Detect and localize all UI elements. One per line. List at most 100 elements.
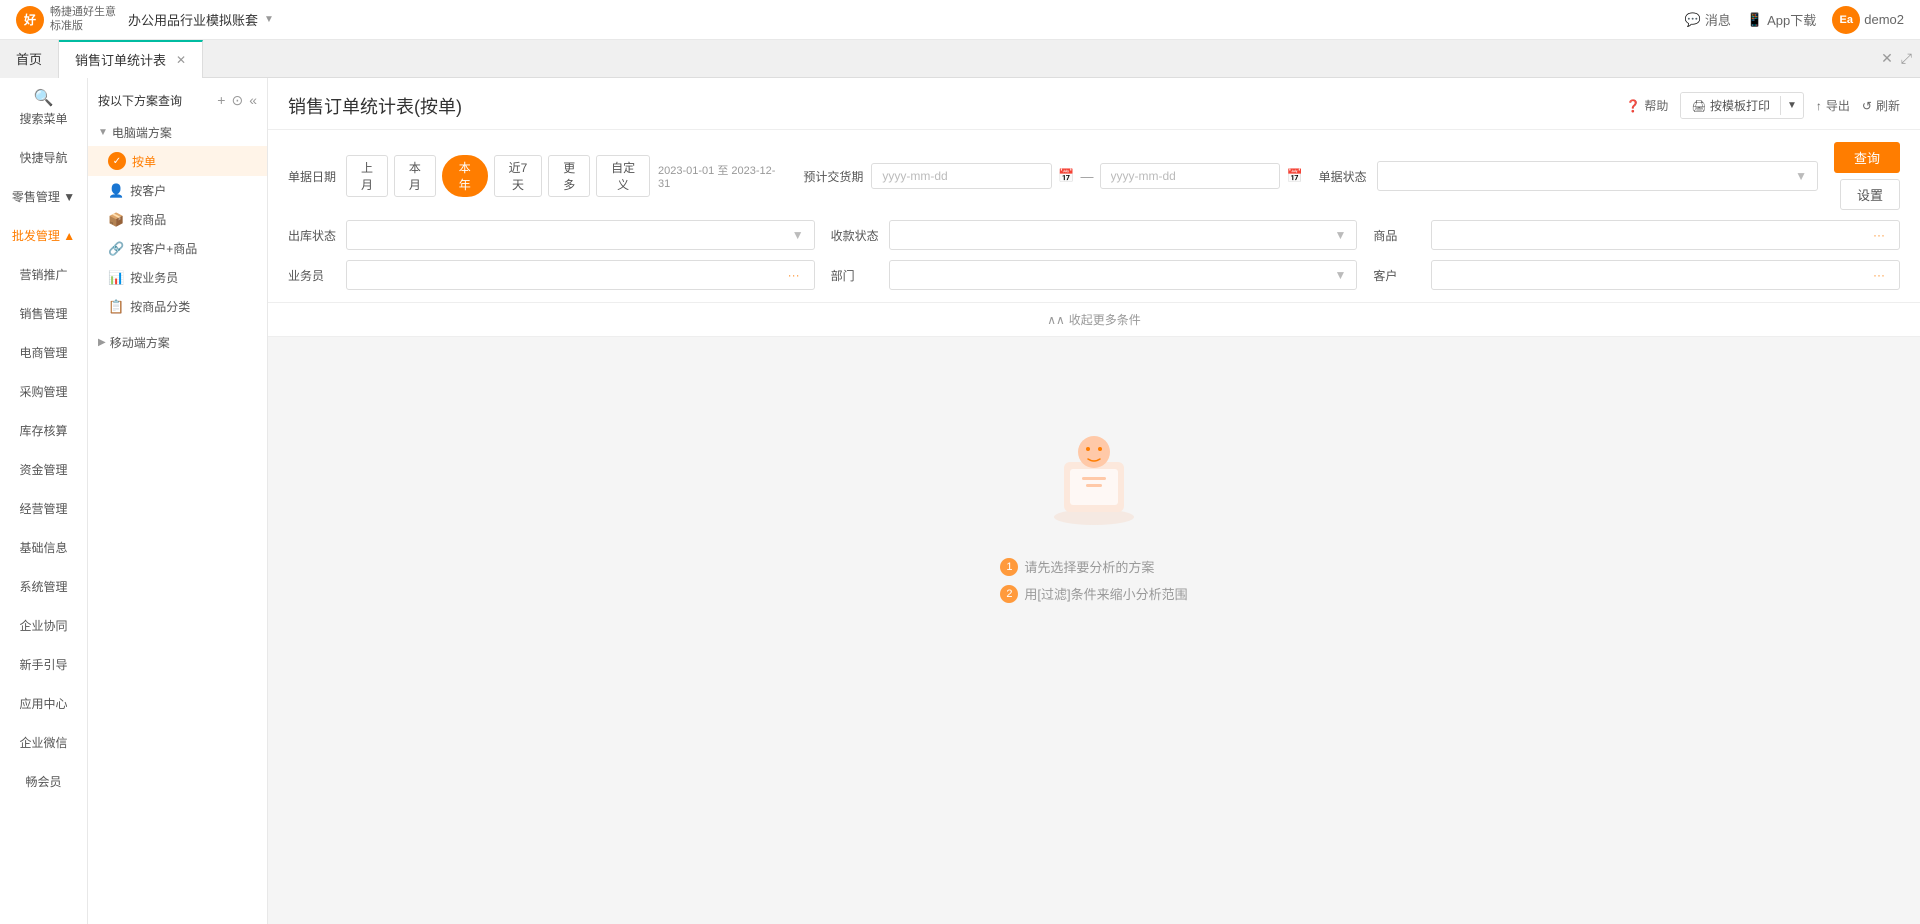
print-main-label[interactable]: 🖨 按模板打印 <box>1681 93 1780 118</box>
scheme-edit-icon[interactable]: ⊙ <box>231 92 243 109</box>
tab-home[interactable]: 首页 <box>0 40 59 78</box>
print-template-button[interactable]: 🖨 按模板打印 ▼ <box>1680 92 1804 119</box>
scheme-add-icon[interactable]: + <box>217 92 225 109</box>
delivery-date-end-input[interactable] <box>1100 163 1281 189</box>
user-menu[interactable]: Ea demo2 <box>1832 6 1904 34</box>
sidebar-item-finance[interactable]: 资金管理 <box>0 449 87 488</box>
delivery-status-select[interactable]: ▼ <box>346 220 815 250</box>
customer-product-icon: 🔗 <box>108 241 124 257</box>
payment-status-select[interactable]: ▼ <box>889 220 1358 250</box>
calendar-end-icon[interactable]: 📅 <box>1286 168 1302 184</box>
status-select[interactable]: ▼ <box>1377 161 1818 191</box>
scheme-by-product-category-label: 按商品分类 <box>130 298 190 315</box>
maximize-icon[interactable]: ⤢ <box>1901 50 1912 67</box>
department-label: 部门 <box>831 267 881 284</box>
scheme-item-by-salesperson[interactable]: 📊 按业务员 <box>88 263 267 292</box>
breadcrumb[interactable]: 办公用品行业模拟账套 ▼ <box>128 10 274 29</box>
date-btn-more[interactable]: 更多 <box>548 155 590 197</box>
customer-select[interactable]: ··· <box>1431 260 1900 290</box>
filter-row-3: 业务员 ··· 部门 ▼ <box>288 260 1900 290</box>
sidebar-item-operations[interactable]: 经营管理 <box>0 488 87 527</box>
department-dropdown-icon: ▼ <box>1334 268 1346 282</box>
status-label: 单据状态 <box>1319 168 1369 185</box>
date-range-text: 2023-01-01 至 2023-12-31 <box>658 162 787 190</box>
department-select[interactable]: ▼ <box>889 260 1358 290</box>
app-download-button[interactable]: 📱 App下载 <box>1747 10 1816 29</box>
query-button[interactable]: 查询 <box>1834 142 1900 173</box>
sidebar-item-wholesale[interactable]: 批发管理 ▲ <box>0 215 87 254</box>
export-button[interactable]: ↑ 导出 <box>1816 97 1850 114</box>
page-title: 销售订单统计表(按单) <box>288 93 462 119</box>
filter-row-2: 出库状态 ▼ 收款状态 ▼ <box>288 220 1900 250</box>
delivery-status-dropdown-icon: ▼ <box>792 228 804 242</box>
department-section: 部门 ▼ <box>831 260 1358 290</box>
sidebar-item-appcenter[interactable]: 应用中心 <box>0 683 87 722</box>
status-dropdown-icon: ▼ <box>1795 169 1807 183</box>
sidebar-item-search[interactable]: 🔍 搜索菜单 <box>0 78 87 137</box>
settings-button[interactable]: 设置 <box>1840 179 1900 210</box>
main-content: 销售订单统计表(按单) ❓ 帮助 🖨 按模板打印 ▼ ↑ <box>268 78 1920 924</box>
scheme-item-by-product-category[interactable]: 📋 按商品分类 <box>88 292 267 321</box>
help-icon: ❓ <box>1625 99 1640 113</box>
scheme-item-by-product[interactable]: 📦 按商品 <box>88 205 267 234</box>
sidebar-item-newuser[interactable]: 新手引导 <box>0 644 87 683</box>
sidebar-item-member[interactable]: 畅会员 <box>0 761 87 800</box>
sales-tab-label: 销售订单统计表 <box>75 50 166 69</box>
sidebar-item-basic-info[interactable]: 基础信息 <box>0 527 87 566</box>
delivery-status-select-wrap: ▼ <box>346 220 815 250</box>
salesperson-select[interactable]: ··· <box>346 260 815 290</box>
minimize-icon[interactable]: ✕ <box>1881 50 1893 67</box>
scheme-by-salesperson-label: 按业务员 <box>130 269 178 286</box>
tab-bar: 首页 销售订单统计表 ✕ ✕ ⤢ <box>0 40 1920 78</box>
empty-illustration <box>1034 417 1154 537</box>
print-dropdown-icon[interactable]: ▼ <box>1780 96 1803 115</box>
empty-tip-1: 1 请先选择要分析的方案 <box>1000 557 1187 576</box>
section-mobile-label: 移动端方案 <box>110 334 170 351</box>
sidebar-item-marketing[interactable]: 营销推广 <box>0 254 87 293</box>
date-btn-custom[interactable]: 自定义 <box>596 155 650 197</box>
section-expand-icon: ▼ <box>98 127 108 138</box>
product-more-icon[interactable]: ··· <box>1869 228 1889 242</box>
sidebar-item-system[interactable]: 系统管理 <box>0 566 87 605</box>
tab-sales-order-stats[interactable]: 销售订单统计表 ✕ <box>59 40 203 78</box>
messages-button[interactable]: 💬 消息 <box>1685 10 1731 29</box>
date-btn-this-month[interactable]: 本月 <box>394 155 436 197</box>
refresh-button[interactable]: ↺ 刷新 <box>1862 97 1900 114</box>
page-header: 销售订单统计表(按单) ❓ 帮助 🖨 按模板打印 ▼ ↑ <box>268 78 1920 130</box>
help-button[interactable]: ❓ 帮助 <box>1625 97 1668 114</box>
scheme-item-by-customer-product[interactable]: 🔗 按客户+商品 <box>88 234 267 263</box>
sidebar-item-ecommerce[interactable]: 电商管理 <box>0 332 87 371</box>
scheme-section-pc-header[interactable]: ▼ 电脑端方案 <box>88 119 267 146</box>
scheme-collapse-icon[interactable]: « <box>249 92 257 109</box>
date-btn-last-7-days[interactable]: 近7天 <box>494 155 543 197</box>
sidebar-item-inventory[interactable]: 库存核算 <box>0 410 87 449</box>
scheme-item-by-order[interactable]: ✓ 按单 <box>88 146 267 176</box>
sidebar-item-enterprise-wechat[interactable]: 企业微信 <box>0 722 87 761</box>
scheme-section-mobile-header[interactable]: ▶ 移动端方案 <box>88 329 267 356</box>
sidebar-item-enterprise-collab[interactable]: 企业协同 <box>0 605 87 644</box>
top-bar-right: 💬 消息 📱 App下载 Ea demo2 <box>1685 6 1904 34</box>
tip-num-1: 1 <box>1000 558 1018 576</box>
customer-icon: 👤 <box>108 183 124 199</box>
sidebar-item-sales[interactable]: 销售管理 <box>0 293 87 332</box>
product-select[interactable]: ··· <box>1431 220 1900 250</box>
delivery-date-start-input[interactable] <box>871 163 1052 189</box>
collapse-label: 收起更多条件 <box>1069 311 1141 328</box>
date-btn-this-year[interactable]: 本年 <box>442 155 488 197</box>
top-bar: 好 畅捷通好生意 标准版 办公用品行业模拟账套 ▼ 💬 消息 📱 App下载 E… <box>0 0 1920 40</box>
sidebar-item-quick-nav[interactable]: 快捷导航 <box>0 137 87 176</box>
date-btn-last-month[interactable]: 上月 <box>346 155 388 197</box>
close-tab-icon[interactable]: ✕ <box>176 53 186 67</box>
sidebar-item-purchase[interactable]: 采购管理 <box>0 371 87 410</box>
salesperson-more-icon[interactable]: ··· <box>784 268 804 282</box>
page-actions: ❓ 帮助 🖨 按模板打印 ▼ ↑ 导出 <box>1625 92 1900 119</box>
scheme-panel: 按以下方案查询 + ⊙ « ▼ 电脑端方案 ✓ 按单 👤 <box>88 78 268 924</box>
customer-more-icon[interactable]: ··· <box>1869 268 1889 282</box>
calendar-start-icon[interactable]: 📅 <box>1058 168 1074 184</box>
status-select-wrap: ▼ <box>1377 161 1818 191</box>
scheme-item-by-customer[interactable]: 👤 按客户 <box>88 176 267 205</box>
tip-text-2: 用[过滤]条件来缩小分析范围 <box>1024 584 1187 603</box>
sidebar-item-retail[interactable]: 零售管理 ▼ <box>0 176 87 215</box>
download-icon: 📱 <box>1747 12 1763 28</box>
collapse-bar[interactable]: ∧∧ 收起更多条件 <box>268 303 1920 337</box>
